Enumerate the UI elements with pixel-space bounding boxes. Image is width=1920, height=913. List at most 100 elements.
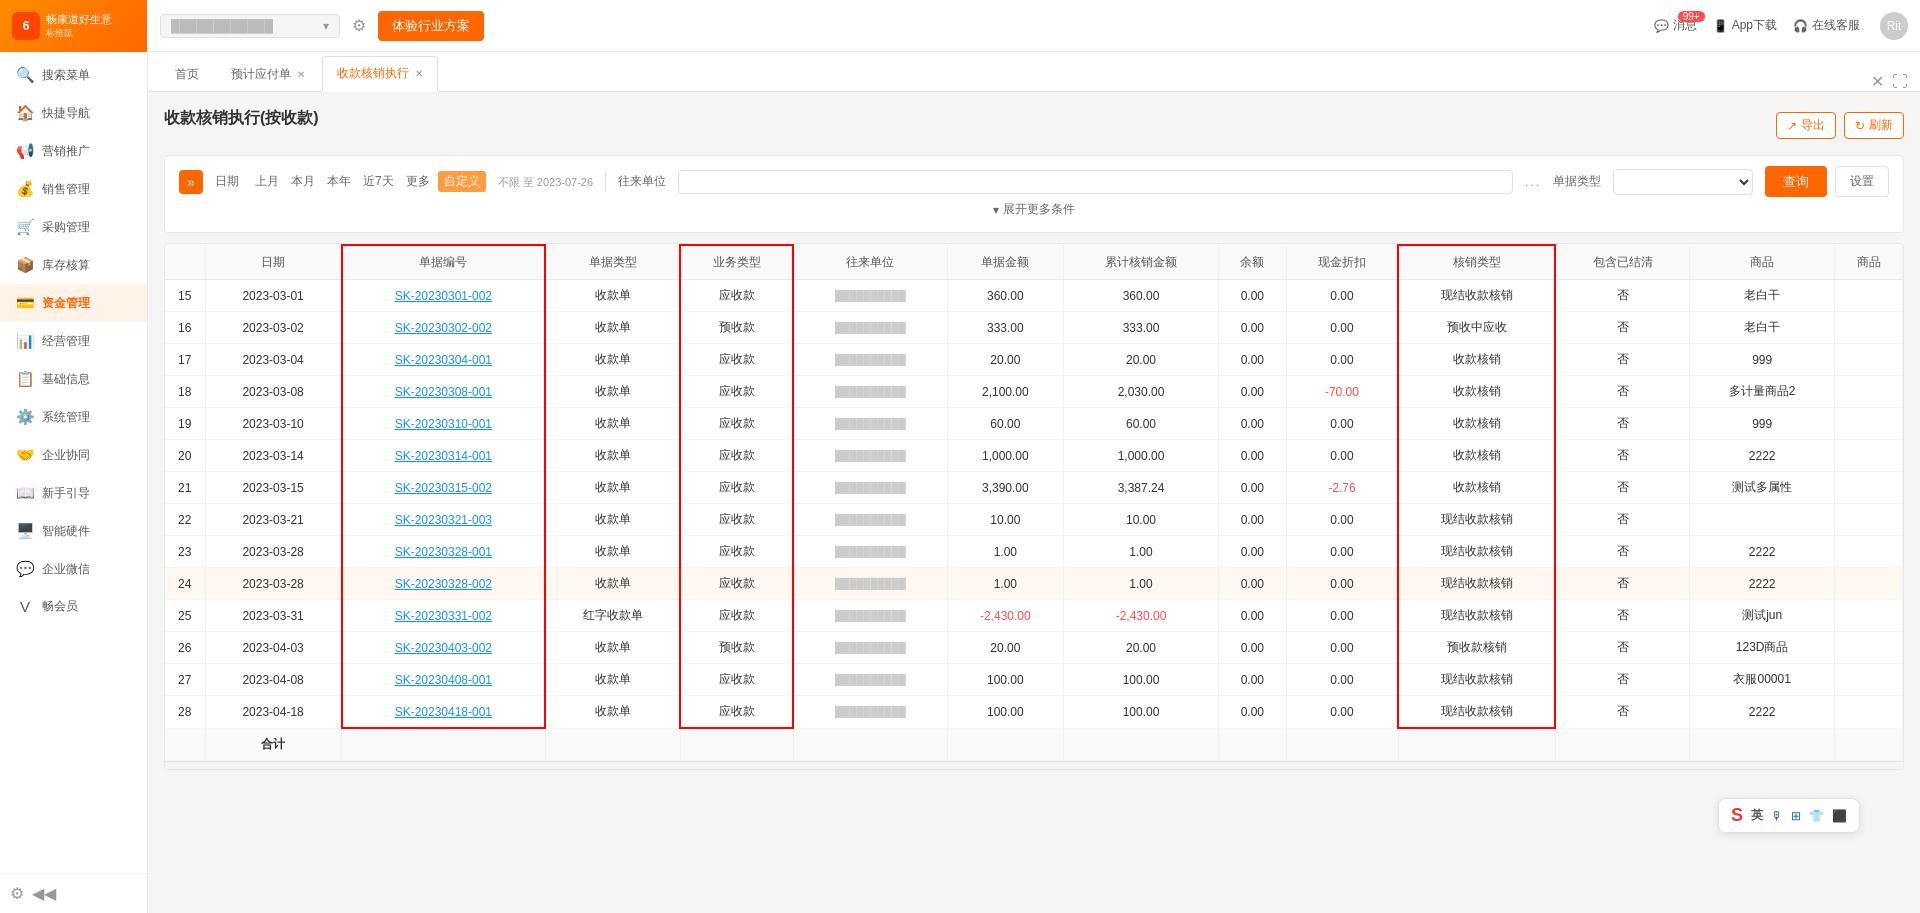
tab-label-collection: 收款核销执行 — [337, 65, 409, 82]
cell-8-2[interactable]: SK-20230328-001 — [342, 536, 545, 568]
sidebar-item-quick-nav[interactable]: 🏠 快捷导航 — [0, 94, 147, 132]
sidebar-item-vip[interactable]: V 畅会员 — [0, 588, 147, 625]
sidebar-item-purchase[interactable]: 🛒 采购管理 — [0, 208, 147, 246]
cell-3-2[interactable]: SK-20230308-001 — [342, 376, 545, 408]
cell-5-2[interactable]: SK-20230314-001 — [342, 440, 545, 472]
tab-close-prepay[interactable]: ✕ — [297, 69, 305, 80]
footer-cell-4 — [680, 728, 793, 760]
refresh-button[interactable]: ↻ 刷新 — [1844, 112, 1904, 139]
cell-6-2[interactable]: SK-20230315-002 — [342, 472, 545, 504]
cell-0-6: 360.00 — [947, 280, 1063, 312]
cell-8-9: 0.00 — [1286, 536, 1398, 568]
cell-10-2[interactable]: SK-20230331-002 — [342, 600, 545, 632]
table-row: 262023-04-03SK-20230403-002收款单预收款███████… — [165, 632, 1903, 664]
cell-8-4: 应收款 — [680, 536, 793, 568]
footer-cell-12 — [1689, 728, 1834, 760]
tab-expand-icon[interactable]: ⛶ — [1892, 73, 1908, 91]
cell-9-12: 2222 — [1689, 568, 1834, 600]
tab-collection[interactable]: 收款核销执行 ✕ — [322, 56, 438, 92]
cell-11-9: 0.00 — [1286, 632, 1398, 664]
col-header-1: 日期 — [205, 245, 342, 280]
cell-2-2[interactable]: SK-20230304-001 — [342, 344, 545, 376]
cell-7-0: 22 — [165, 504, 205, 536]
avatar[interactable]: Rit — [1880, 12, 1908, 40]
cell-0-1: 2023-03-01 — [205, 280, 342, 312]
workspace-selector[interactable]: ████████████ ▾ — [160, 14, 340, 38]
workspace-chevron[interactable]: ▾ — [323, 19, 329, 33]
tab-close-collection[interactable]: ✕ — [415, 68, 423, 79]
sidebar-item-sales[interactable]: 💰 销售管理 — [0, 170, 147, 208]
cell-2-10: 收款核销 — [1398, 344, 1555, 376]
sidebar-item-hardware[interactable]: 🖥️ 智能硬件 — [0, 512, 147, 550]
gear-icon[interactable]: ⚙ — [352, 16, 366, 35]
cell-11-12: 123D商品 — [1689, 632, 1834, 664]
expand-label: 展开更多条件 — [1003, 201, 1075, 218]
cell-13-2[interactable]: SK-20230418-001 — [342, 696, 545, 729]
filter-setting-button[interactable]: 设置 — [1835, 166, 1889, 197]
main-area: ████████████ ▾ ⚙ 体验行业方案 💬 消息 99+ 📱 App下载… — [148, 0, 1920, 913]
cell-7-7: 10.00 — [1063, 504, 1218, 536]
sidebar-item-corp[interactable]: 🤝 企业协同 — [0, 436, 147, 474]
filter-expand-arrow[interactable]: » — [179, 170, 203, 194]
table-scroll[interactable]: 日期单据编号单据类型业务类型往来单位单据金额累计核销金额余额现金折扣核销类型包含… — [165, 244, 1903, 761]
cell-9-5: ██████████ — [793, 568, 947, 600]
date-custom[interactable]: 自定义 — [438, 171, 486, 192]
cell-4-9: 0.00 — [1286, 408, 1398, 440]
cell-7-2[interactable]: SK-20230321-003 — [342, 504, 545, 536]
query-button[interactable]: 查询 — [1765, 166, 1827, 197]
logo-badge: 标推版 — [46, 27, 112, 40]
cell-8-8: 0.00 — [1219, 536, 1287, 568]
cell-0-0: 15 — [165, 280, 205, 312]
date-this-year[interactable]: 本年 — [323, 171, 355, 192]
watermark-overlay: S 英 🎙 ⊞ 👕 ⬛ — [1718, 798, 1860, 833]
date-7-days[interactable]: 近7天 — [359, 171, 398, 192]
sidebar-item-marketing[interactable]: 📢 营销推广 — [0, 132, 147, 170]
cell-5-7: 1,000.00 — [1063, 440, 1218, 472]
app-download-button[interactable]: 📱 App下载 — [1713, 17, 1777, 34]
grid-icon: ⊞ — [1791, 809, 1801, 823]
cell-11-2[interactable]: SK-20230403-002 — [342, 632, 545, 664]
sidebar-item-guide[interactable]: 📖 新手引导 — [0, 474, 147, 512]
footer-cell-11 — [1555, 728, 1689, 760]
filter-more-dots[interactable]: ... — [1525, 175, 1541, 189]
cell-1-2[interactable]: SK-20230302-002 — [342, 312, 545, 344]
sidebar-item-system[interactable]: ⚙️ 系统管理 — [0, 398, 147, 436]
cell-12-12: 衣服00001 — [1689, 664, 1834, 696]
cell-10-4: 应收款 — [680, 600, 793, 632]
filter-expand-bar[interactable]: ▾ 展开更多条件 — [179, 197, 1889, 222]
solution-button[interactable]: 体验行业方案 — [378, 11, 484, 41]
cell-1-12: 老白干 — [1689, 312, 1834, 344]
cell-3-1: 2023-03-08 — [205, 376, 342, 408]
sidebar-item-base[interactable]: 📋 基础信息 — [0, 360, 147, 398]
sidebar-item-wechat[interactable]: 💬 企业微信 — [0, 550, 147, 588]
sidebar-item-inventory[interactable]: 📦 库存核算 — [0, 246, 147, 284]
cell-0-2[interactable]: SK-20230301-002 — [342, 280, 545, 312]
cell-10-11: 否 — [1555, 600, 1689, 632]
cell-9-2[interactable]: SK-20230328-002 — [342, 568, 545, 600]
cell-0-10: 现结收款核销 — [1398, 280, 1555, 312]
message-button[interactable]: 💬 消息 99+ — [1654, 17, 1697, 34]
settings-icon[interactable]: ⚙ — [10, 884, 24, 903]
collapse-icon[interactable]: ◀◀ — [32, 884, 56, 903]
cell-4-2[interactable]: SK-20230310-001 — [342, 408, 545, 440]
date-this-month[interactable]: 本月 — [287, 171, 319, 192]
cell-6-6: 3,390.00 — [947, 472, 1063, 504]
tab-close-all-icon[interactable]: ✕ — [1871, 72, 1884, 91]
footer-cell-8 — [1219, 728, 1287, 760]
cell-10-12: 测试jun — [1689, 600, 1834, 632]
date-more[interactable]: 更多 — [402, 171, 434, 192]
tab-prepay[interactable]: 预计应付单✕ — [216, 57, 320, 91]
tab-home[interactable]: 首页 — [160, 57, 214, 91]
date-last-month[interactable]: 上月 — [251, 171, 283, 192]
sidebar-item-finance[interactable]: 💳 资金管理 — [0, 284, 147, 322]
sidebar-item-search[interactable]: 🔍 搜索菜单 — [0, 56, 147, 94]
doc-type-select[interactable] — [1613, 169, 1753, 195]
date-filter-label: 日期 — [215, 173, 239, 190]
sidebar-item-ops[interactable]: 📊 经营管理 — [0, 322, 147, 360]
page-title-actions: ↗ 导出 ↻ 刷新 — [1776, 112, 1904, 139]
export-button[interactable]: ↗ 导出 — [1776, 112, 1836, 139]
cell-6-8: 0.00 — [1219, 472, 1287, 504]
cell-12-2[interactable]: SK-20230408-001 — [342, 664, 545, 696]
unit-filter-input[interactable] — [678, 170, 1513, 194]
online-service-button[interactable]: 🎧 在线客服 — [1793, 17, 1860, 34]
